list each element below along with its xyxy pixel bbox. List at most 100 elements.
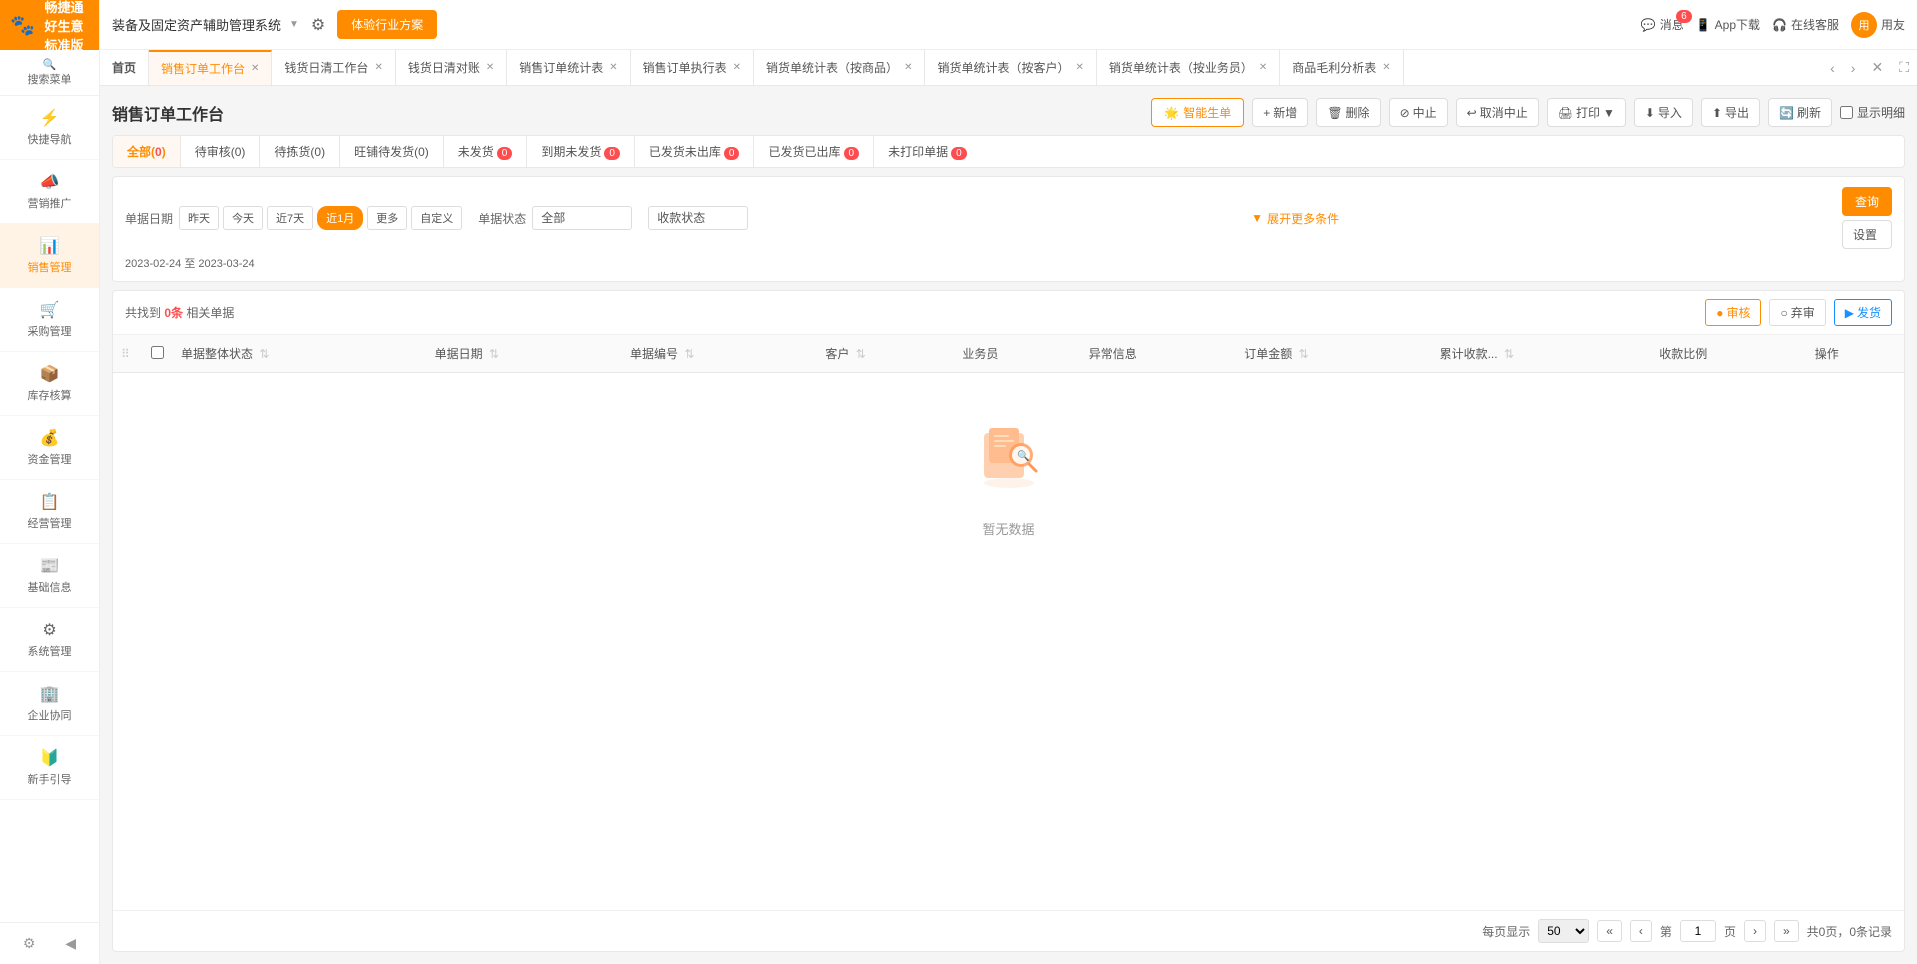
table-toolbar-right: ● 审核 ○ 弃审 ▶ 发货 — [1705, 299, 1892, 326]
filter-expand-btn[interactable]: ▼ 展开更多条件 — [1251, 210, 1339, 227]
customer-sort-icon: ⇅ — [856, 347, 866, 361]
tab-close-product-margin[interactable]: ✕ — [1382, 62, 1390, 73]
sub-tab-not-shipped[interactable]: 未发货0 — [444, 136, 528, 167]
stop-button[interactable]: ⊘ 中止 — [1389, 98, 1448, 127]
sidebar-item-enterprise[interactable]: 🏢 企业协同 — [0, 672, 99, 736]
logo-icon: 🐾 — [10, 13, 35, 38]
tab-close-cash-reconcile[interactable]: ✕ — [486, 62, 494, 73]
select-all-checkbox[interactable] — [151, 346, 164, 359]
add-button[interactable]: + 新增 — [1252, 98, 1308, 127]
sidebar-item-sales[interactable]: 📊 销售管理 — [0, 224, 99, 288]
tab-close-sales-stat-staff[interactable]: ✕ — [1259, 62, 1267, 73]
show-detail-label[interactable]: 显示明细 — [1840, 104, 1905, 121]
tab-sales-stat-staff[interactable]: 销货单统计表（按业务员） ✕ — [1097, 50, 1280, 86]
page-number-input[interactable] — [1680, 920, 1716, 942]
col-collected[interactable]: 累计收款... ⇅ — [1432, 335, 1652, 373]
sidebar-settings-btn[interactable]: ⚙ — [19, 931, 40, 956]
sidebar-item-base-info[interactable]: 📰 基础信息 — [0, 544, 99, 608]
sidebar-item-guide[interactable]: 🔰 新手引导 — [0, 736, 99, 800]
page-first-btn[interactable]: « — [1597, 920, 1622, 942]
sub-tab-pending-review[interactable]: 待审核(0) — [181, 136, 261, 167]
date-btn-today[interactable]: 今天 — [223, 206, 263, 230]
date-btn-more[interactable]: 更多 — [367, 206, 407, 230]
col-customer[interactable]: 客户 ⇅ — [817, 335, 954, 373]
sub-tab-overdue-not-shipped[interactable]: 到期未发货0 — [527, 136, 635, 167]
tab-sales-stat-customer[interactable]: 销货单统计表（按客户） ✕ — [925, 50, 1096, 86]
tabs-scroll-left[interactable]: ‹ — [1822, 50, 1843, 86]
delete-button[interactable]: 🗑 删除 — [1316, 98, 1380, 127]
topbar-solution-button[interactable]: 体验行业方案 — [337, 10, 437, 39]
unreviewed-button[interactable]: ○ 弃审 — [1769, 299, 1825, 326]
sub-tab-not-printed[interactable]: 未打印单据0 — [874, 136, 981, 167]
tab-close-cash-daily[interactable]: ✕ — [374, 62, 382, 73]
sidebar-item-finance[interactable]: 💰 资金管理 — [0, 416, 99, 480]
sub-tab-wangpu[interactable]: 旺铺待发货(0) — [340, 136, 444, 167]
date-btn-1month[interactable]: 近1月 — [317, 206, 363, 230]
amount-sort-icon: ⇅ — [1299, 347, 1309, 361]
tab-product-margin[interactable]: 商品毛利分析表 ✕ — [1280, 50, 1403, 86]
export-button[interactable]: ⬆ 导出 — [1701, 98, 1760, 127]
filter-status-select[interactable]: 全部 待审核 已审核 — [532, 206, 632, 230]
sidebar-item-marketing[interactable]: 📣 营销推广 — [0, 160, 99, 224]
col-number[interactable]: 单据编号 ⇅ — [622, 335, 817, 373]
sidebar-item-operations[interactable]: 📋 经营管理 — [0, 480, 99, 544]
print-arrow-icon: ▼ — [1603, 106, 1615, 120]
col-amount[interactable]: 订单金额 ⇅ — [1236, 335, 1431, 373]
date-range-display: 2023-02-24 至 2023-03-24 — [125, 255, 1892, 271]
tabs-close-all[interactable]: ✕ — [1863, 50, 1891, 86]
tab-sales-order-exec[interactable]: 销售订单执行表 ✕ — [631, 50, 754, 86]
tabs-scroll-right[interactable]: › — [1843, 50, 1864, 86]
tab-sales-order-stat[interactable]: 销售订单统计表 ✕ — [507, 50, 630, 86]
messages-item[interactable]: 💬 消息 6 — [1641, 16, 1684, 33]
tab-cash-daily[interactable]: 钱货日清工作台 ✕ — [272, 50, 395, 86]
page-prev-btn[interactable]: ‹ — [1630, 920, 1652, 942]
tab-cash-reconcile[interactable]: 钱货日清对账 ✕ — [396, 50, 507, 86]
tab-close-sales-order-workspace[interactable]: ✕ — [251, 63, 259, 74]
col-date[interactable]: 单据日期 ⇅ — [427, 335, 622, 373]
sidebar-item-quick-nav[interactable]: ⚡ 快捷导航 — [0, 96, 99, 160]
cancel-stop-button[interactable]: ↩ 取消中止 — [1456, 98, 1539, 127]
sidebar-item-inventory[interactable]: 📦 库存核算 — [0, 352, 99, 416]
review-button[interactable]: ● 审核 — [1705, 299, 1761, 326]
user-item[interactable]: 用 用友 — [1851, 12, 1905, 38]
date-btn-yesterday[interactable]: 昨天 — [179, 206, 219, 230]
tab-close-sales-stat-customer[interactable]: ✕ — [1075, 62, 1083, 73]
page-size-select[interactable]: 50 10 20 100 — [1538, 919, 1589, 943]
ship-button[interactable]: ▶ 发货 — [1834, 299, 1892, 326]
sidebar-item-system[interactable]: ⚙ 系统管理 — [0, 608, 99, 672]
date-btn-7days[interactable]: 近7天 — [267, 206, 313, 230]
tab-home[interactable]: 首页 — [100, 50, 149, 86]
tabs-fullscreen[interactable]: ⛶ — [1891, 50, 1917, 86]
tab-close-sales-order-exec[interactable]: ✕ — [733, 62, 741, 73]
col-checkbox[interactable] — [143, 335, 173, 373]
print-button[interactable]: 🖨 打印 ▼ — [1547, 98, 1626, 127]
topbar-settings-icon[interactable]: ⚙ — [307, 11, 329, 39]
tab-close-sales-stat-product[interactable]: ✕ — [904, 62, 912, 73]
filter-payment-select[interactable]: 收款状态已收款部分收款未收款 — [648, 206, 748, 230]
tab-close-sales-order-stat[interactable]: ✕ — [609, 62, 617, 73]
refresh-button[interactable]: 🔄 刷新 — [1768, 98, 1832, 127]
page-next-btn[interactable]: › — [1744, 920, 1766, 942]
tab-sales-order-workspace[interactable]: 销售订单工作台 ✕ — [149, 50, 272, 86]
date-btn-custom[interactable]: 自定义 — [411, 206, 462, 230]
filter-settings-button[interactable]: 设置 — [1842, 220, 1892, 249]
query-button[interactable]: 查询 — [1842, 187, 1892, 216]
sub-tab-shipped-out[interactable]: 已发货已出库0 — [754, 136, 874, 167]
col-abnormal: 异常信息 — [1081, 335, 1237, 373]
online-service-item[interactable]: 🎧 在线客服 — [1772, 16, 1839, 33]
sidebar-collapse-btn[interactable]: ◀ — [61, 931, 80, 956]
import-button[interactable]: ⬇ 导入 — [1634, 98, 1693, 127]
show-detail-checkbox[interactable] — [1840, 106, 1853, 119]
table-scroll[interactable]: ⠿ 单据整体状态 ⇅ 单据日期 ⇅ — [113, 335, 1904, 910]
smart-generate-button[interactable]: 🌟 智能生单 — [1151, 98, 1244, 127]
sub-tab-all[interactable]: 全部(0) — [113, 136, 181, 167]
col-ratio: 收款比例 — [1651, 335, 1807, 373]
sub-tab-shipped-not-out[interactable]: 已发货未出库0 — [635, 136, 755, 167]
app-download-item[interactable]: 📱 App下载 — [1696, 16, 1760, 33]
content-area: 销售订单工作台 🌟 智能生单 + 新增 🗑 删除 ⊘ 中止 — [100, 86, 1917, 964]
page-last-btn[interactable]: » — [1774, 920, 1799, 942]
sub-tab-pending-inspect[interactable]: 待拣货(0) — [260, 136, 340, 167]
sidebar-search[interactable]: 🔍 搜索菜单 — [0, 50, 99, 96]
tab-sales-stat-product[interactable]: 销货单统计表（按商品） ✕ — [754, 50, 925, 86]
sidebar-item-purchase[interactable]: 🛒 采购管理 — [0, 288, 99, 352]
